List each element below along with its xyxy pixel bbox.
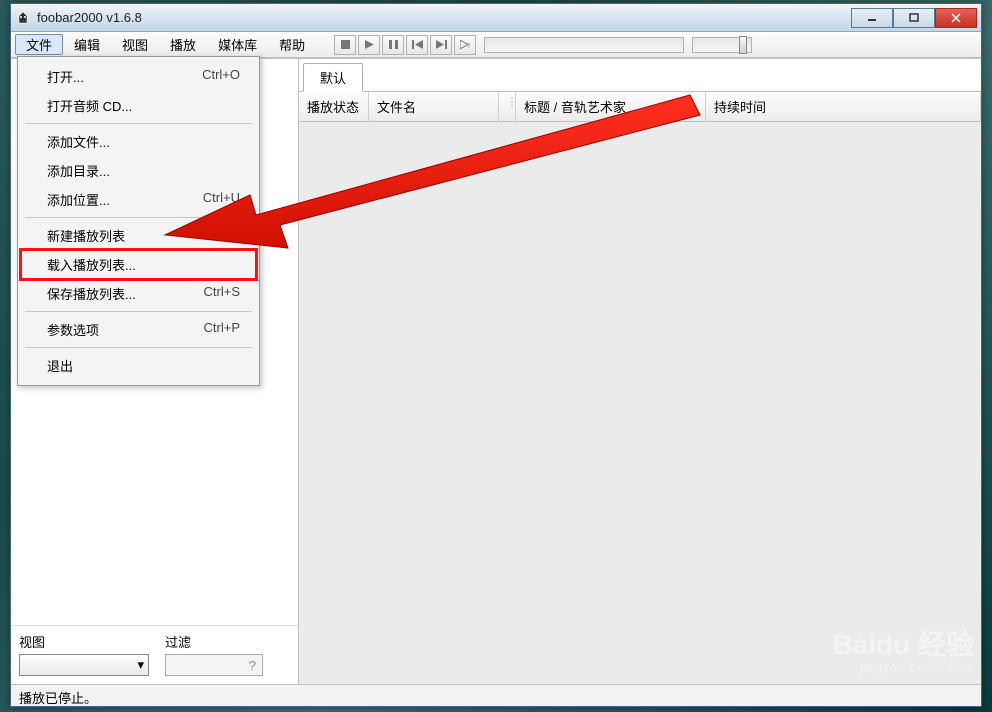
separator [25,347,252,348]
view-label: 视图 [19,632,149,651]
tab-default[interactable]: 默认 [303,63,363,92]
minimize-button[interactable] [851,8,893,28]
separator [25,123,252,124]
menu-view[interactable]: 视图 [111,34,159,55]
chevron-down-icon: ▾ [137,657,144,673]
random-button[interactable]: ? [454,35,476,55]
separator [25,217,252,218]
menubar: 文件 编辑 视图 播放 媒体库 帮助 ? [11,32,981,58]
filter-input[interactable]: ? [165,654,263,676]
menu-load-playlist[interactable]: 载入播放列表... [21,250,256,279]
col-title-artist[interactable]: 标题 / 音轨艺术家 [516,92,706,121]
menu-help[interactable]: 帮助 [268,34,316,55]
volume-slider[interactable] [692,37,752,53]
menu-open-cd[interactable]: 打开音频 CD... [21,91,256,120]
watermark-sub: jingyan.baidu.com [832,661,974,674]
next-button[interactable] [430,35,452,55]
stop-button[interactable] [334,35,356,55]
playlist-tabs: 默认 [299,59,981,92]
status-text: 播放已停止。 [19,691,97,706]
volume-thumb[interactable] [739,36,747,54]
statusbar: 播放已停止。 [11,684,981,706]
menu-add-folder[interactable]: 添加目录... [21,156,256,185]
filter-label: 过滤 [165,632,263,651]
menu-edit[interactable]: 编辑 [63,34,111,55]
col-filename[interactable]: 文件名 [369,92,499,121]
window-title: foobar2000 v1.6.8 [37,10,851,25]
titlebar: foobar2000 v1.6.8 [11,4,981,32]
app-icon [15,10,31,26]
view-combo[interactable]: ▾ [19,654,149,676]
right-panel: 默认 播放状态 文件名 ⋮ 标题 / 音轨艺术家 持续时间 [299,59,981,684]
col-status[interactable]: 播放状态 [299,92,369,121]
menu-exit[interactable]: 退出 [21,351,256,380]
col-duration[interactable]: 持续时间 [706,92,981,121]
menu-save-playlist[interactable]: 保存播放列表... Ctrl+S [21,279,256,308]
left-panel-footer: 视图 ▾ 过滤 ? [11,625,298,684]
menu-add-files[interactable]: 添加文件... [21,127,256,156]
playback-toolbar: ? [334,34,752,55]
close-button[interactable] [935,8,977,28]
pause-button[interactable] [382,35,404,55]
watermark: Baidu 经验 jingyan.baidu.com [832,630,974,674]
prev-button[interactable] [406,35,428,55]
filter-hint: ? [249,658,256,673]
separator [25,311,252,312]
menu-file[interactable]: 文件 [15,34,63,55]
play-button[interactable] [358,35,380,55]
file-dropdown: 打开... Ctrl+O 打开音频 CD... 添加文件... 添加目录... … [17,56,260,386]
menu-preferences[interactable]: 参数选项 Ctrl+P [21,315,256,344]
window-controls [851,8,977,28]
menu-playback[interactable]: 播放 [159,34,207,55]
menu-new-playlist[interactable]: 新建播放列表 Ctrl+N [21,221,256,250]
menu-open[interactable]: 打开... Ctrl+O [21,62,256,91]
watermark-main: Baidu 经验 [832,630,974,661]
menu-library[interactable]: 媒体库 [207,34,268,55]
menu-add-location[interactable]: 添加位置... Ctrl+U [21,185,256,214]
seekbar[interactable] [484,37,684,53]
column-headers: 播放状态 文件名 ⋮ 标题 / 音轨艺术家 持续时间 [299,92,981,122]
svg-text:?: ? [467,44,471,49]
maximize-button[interactable] [893,8,935,28]
playlist-area[interactable] [299,122,981,684]
col-extra[interactable]: ⋮ [499,92,516,121]
